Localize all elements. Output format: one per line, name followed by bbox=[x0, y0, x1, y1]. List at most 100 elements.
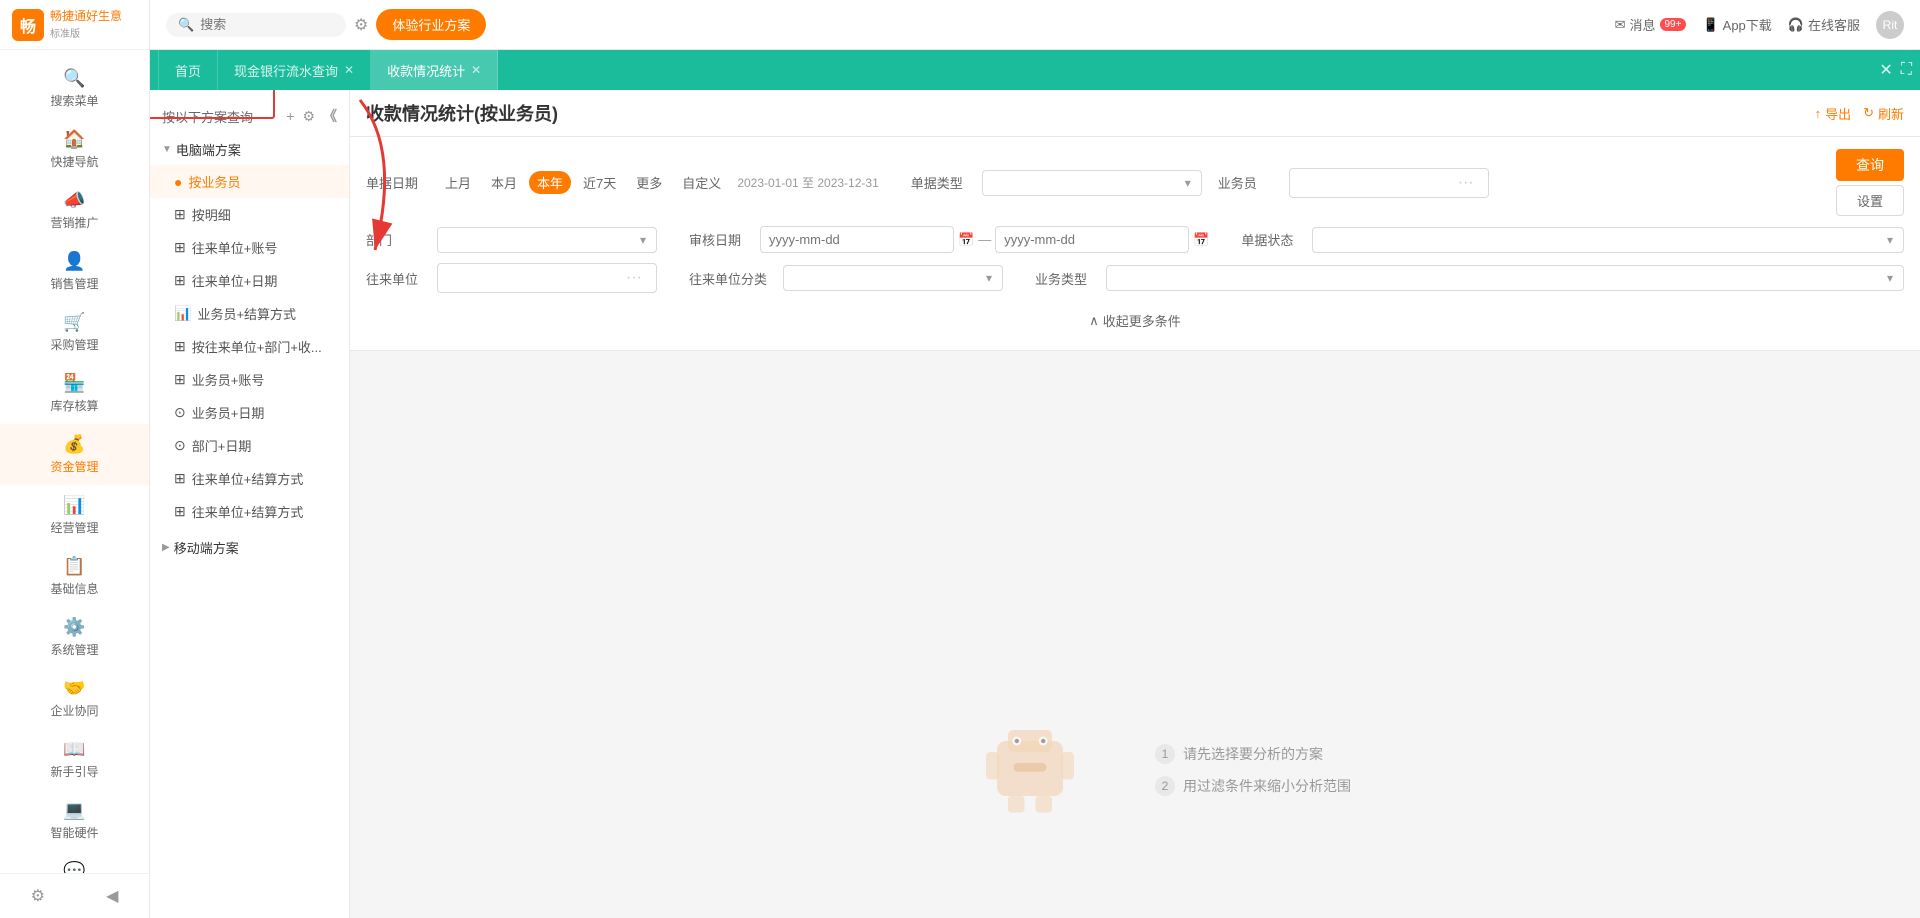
unit-dept-collect-icon: ⊞ bbox=[174, 338, 186, 355]
counterparty-type-select[interactable]: ▾ bbox=[783, 265, 1003, 291]
business-type-label: 业务类型 bbox=[1035, 269, 1090, 288]
dept-label: 部门 bbox=[366, 230, 421, 249]
audit-date-start-input[interactable] bbox=[760, 226, 954, 253]
left-panel-title: 按以下方案查询 bbox=[162, 107, 253, 126]
sidebar-item-basic[interactable]: 📋 基础信息 bbox=[0, 546, 149, 607]
filter-row-3: 往来单位 ··· 往来单位分类 ▾ 业务类型 ▾ bbox=[366, 263, 1904, 293]
tree-item-salesperson-account[interactable]: ⊞ 业务员+账号 bbox=[150, 363, 349, 396]
tree-item-unit-date[interactable]: ⊞ 往来单位+日期 bbox=[150, 264, 349, 297]
search-input[interactable] bbox=[200, 17, 320, 32]
tab-maximize-icon[interactable]: ⛶ bbox=[1901, 61, 1912, 79]
sidebar-item-quick-nav[interactable]: 🏠 快捷导航 bbox=[0, 119, 149, 180]
collapse-filters-btn[interactable]: ∧ 收起更多条件 bbox=[366, 303, 1904, 338]
tree-item-unit-account[interactable]: ⊞ 往来单位+账号 bbox=[150, 231, 349, 264]
salesperson-more-icon[interactable]: ··· bbox=[1458, 174, 1474, 192]
tree-section-desktop-header[interactable]: ▼ 电脑端方案 bbox=[150, 134, 349, 165]
scheme-settings-icon[interactable]: ⚙ bbox=[302, 108, 315, 125]
page-header-actions: ↑ 导出 ↻ 刷新 bbox=[1815, 104, 1904, 123]
tree-item-unit-settle1[interactable]: ⊞ 往来单位+结算方式 bbox=[150, 462, 349, 495]
finance-icon: 💰 bbox=[63, 434, 85, 455]
unit-date-icon: ⊞ bbox=[174, 272, 186, 289]
refresh-icon: ↻ bbox=[1863, 105, 1874, 121]
counterparty-select[interactable]: ··· bbox=[437, 263, 657, 293]
sidebar-item-purchase[interactable]: 🛒 采购管理 bbox=[0, 302, 149, 363]
app-download-btn[interactable]: 📱 App下载 bbox=[1702, 15, 1771, 34]
sales-icon: 👤 bbox=[63, 251, 85, 272]
sidebar-item-search-menu[interactable]: 🔍 搜索菜单 bbox=[0, 58, 149, 119]
sidebar-item-marketing[interactable]: 📣 营销推广 bbox=[0, 180, 149, 241]
settings-footer-icon[interactable]: ⚙ bbox=[31, 886, 45, 906]
empty-tip-2: 2 用过滤条件来缩小分析范围 bbox=[1155, 776, 1351, 796]
content-area: 按以下方案查询 + ⚙ 《 ▼ 电脑端方案 ● bbox=[150, 90, 1920, 918]
tab-home-label: 首页 bbox=[175, 61, 201, 80]
online-service-btn[interactable]: 🎧 在线客服 bbox=[1788, 15, 1860, 34]
date-tab-more[interactable]: 更多 bbox=[628, 171, 670, 194]
salesperson-select[interactable]: ··· bbox=[1289, 168, 1489, 198]
topbar-right: ✉ 消息 99+ 📱 App下载 🎧 在线客服 Rit bbox=[1615, 11, 1904, 39]
sidebar-item-guide[interactable]: 📖 新手引导 bbox=[0, 729, 149, 790]
settings-btn[interactable]: 设置 bbox=[1836, 185, 1904, 216]
dept-select[interactable]: ▾ bbox=[437, 227, 657, 253]
sidebar-item-finance[interactable]: 💰 资金管理 bbox=[0, 424, 149, 485]
message-label: 消息 bbox=[1629, 15, 1655, 34]
doc-status-label: 单据状态 bbox=[1241, 230, 1296, 249]
tree-item-by-salesperson[interactable]: ● 按业务员 bbox=[150, 165, 349, 198]
audit-date-end-input[interactable] bbox=[995, 226, 1189, 253]
sidebar-item-sales[interactable]: 👤 销售管理 bbox=[0, 241, 149, 302]
user-avatar[interactable]: Rit bbox=[1876, 11, 1904, 39]
doc-type-select[interactable]: ▾ bbox=[982, 170, 1202, 196]
business-type-chevron-icon: ▾ bbox=[1887, 271, 1893, 285]
add-scheme-icon[interactable]: + bbox=[286, 108, 294, 124]
audit-date-start-calendar-icon[interactable]: 📅 bbox=[958, 232, 974, 248]
salesperson-date-icon: ⊙ bbox=[174, 404, 186, 421]
empty-illustration bbox=[975, 708, 1085, 818]
date-tab-last-month[interactable]: 上月 bbox=[437, 171, 479, 194]
purchase-icon: 🛒 bbox=[63, 312, 85, 333]
tab-bank-flow-close[interactable]: ✕ bbox=[344, 63, 354, 77]
date-tab-this-year[interactable]: 本年 bbox=[529, 171, 571, 194]
counterparty-more-icon[interactable]: ··· bbox=[626, 269, 642, 287]
tab-home[interactable]: 首页 bbox=[158, 50, 218, 90]
sidebar-item-enterprise[interactable]: 🤝 企业协同 bbox=[0, 668, 149, 729]
filter-row-2: 部门 ▾ 审核日期 📅 — 📅 单据状态 bbox=[366, 226, 1904, 253]
tree-item-by-detail[interactable]: ⊞ 按明细 bbox=[150, 198, 349, 231]
date-tab-this-month[interactable]: 本月 bbox=[483, 171, 525, 194]
tab-receipt-stats-close[interactable]: ✕ bbox=[471, 63, 481, 77]
by-salesperson-icon: ● bbox=[174, 174, 182, 190]
doc-status-select[interactable]: ▾ bbox=[1312, 227, 1904, 253]
tree-item-salesperson-settle[interactable]: 📊 业务员+结算方式 bbox=[150, 297, 349, 330]
settings-icon[interactable]: ⚙ bbox=[354, 15, 368, 35]
sidebar-item-system[interactable]: ⚙️ 系统管理 bbox=[0, 607, 149, 668]
sidebar-item-inventory[interactable]: 🏪 库存核算 bbox=[0, 363, 149, 424]
tree-section-mobile-header[interactable]: ▶ 移动端方案 bbox=[150, 532, 349, 563]
tab-close-all-icon[interactable]: ✕ bbox=[1879, 60, 1892, 80]
tree-item-unit-dept-collect[interactable]: ⊞ 按往来单位+部门+收... bbox=[150, 330, 349, 363]
tree-item-salesperson-date[interactable]: ⊙ 业务员+日期 bbox=[150, 396, 349, 429]
dept-chevron-icon: ▾ bbox=[640, 233, 646, 247]
dept-date-icon: ⊙ bbox=[174, 437, 186, 454]
date-separator: — bbox=[978, 232, 991, 247]
enterprise-icon: 🤝 bbox=[63, 678, 85, 699]
trial-btn[interactable]: 体验行业方案 bbox=[376, 9, 486, 40]
collapse-footer-icon[interactable]: ◀ bbox=[106, 886, 118, 906]
date-tab-last-7[interactable]: 近7天 bbox=[575, 171, 624, 194]
export-btn[interactable]: ↑ 导出 bbox=[1815, 104, 1852, 123]
tree-item-dept-date[interactable]: ⊙ 部门+日期 bbox=[150, 429, 349, 462]
tab-receipt-stats[interactable]: 收款情况统计 ✕ bbox=[371, 50, 498, 90]
audit-date-end-calendar-icon[interactable]: 📅 bbox=[1193, 232, 1209, 248]
sidebar-item-hardware[interactable]: 💻 智能硬件 bbox=[0, 790, 149, 851]
collapse-panel-icon[interactable]: 《 bbox=[323, 106, 337, 126]
business-type-select[interactable]: ▾ bbox=[1106, 265, 1904, 291]
sidebar-item-operation[interactable]: 📊 经营管理 bbox=[0, 485, 149, 546]
tab-actions: ✕ ⛶ bbox=[1879, 60, 1912, 80]
tree-item-unit-settle2[interactable]: ⊞ 往来单位+结算方式 bbox=[150, 495, 349, 528]
date-tab-custom[interactable]: 自定义 bbox=[674, 171, 729, 194]
message-btn[interactable]: ✉ 消息 99+ bbox=[1615, 15, 1687, 34]
tree-section-desktop: ▼ 电脑端方案 ● 按业务员 ⊞ 按明细 ⊞ 往来单位+账号 bbox=[150, 134, 349, 528]
query-btn[interactable]: 查询 bbox=[1836, 149, 1904, 181]
unit-account-icon: ⊞ bbox=[174, 239, 186, 256]
tab-bank-flow[interactable]: 现金银行流水查询 ✕ bbox=[218, 50, 371, 90]
counterparty-type-chevron-icon: ▾ bbox=[986, 271, 992, 285]
sidebar-item-wechat[interactable]: 💬 企业微信 bbox=[0, 851, 149, 873]
refresh-btn[interactable]: ↻ 刷新 bbox=[1863, 104, 1904, 123]
